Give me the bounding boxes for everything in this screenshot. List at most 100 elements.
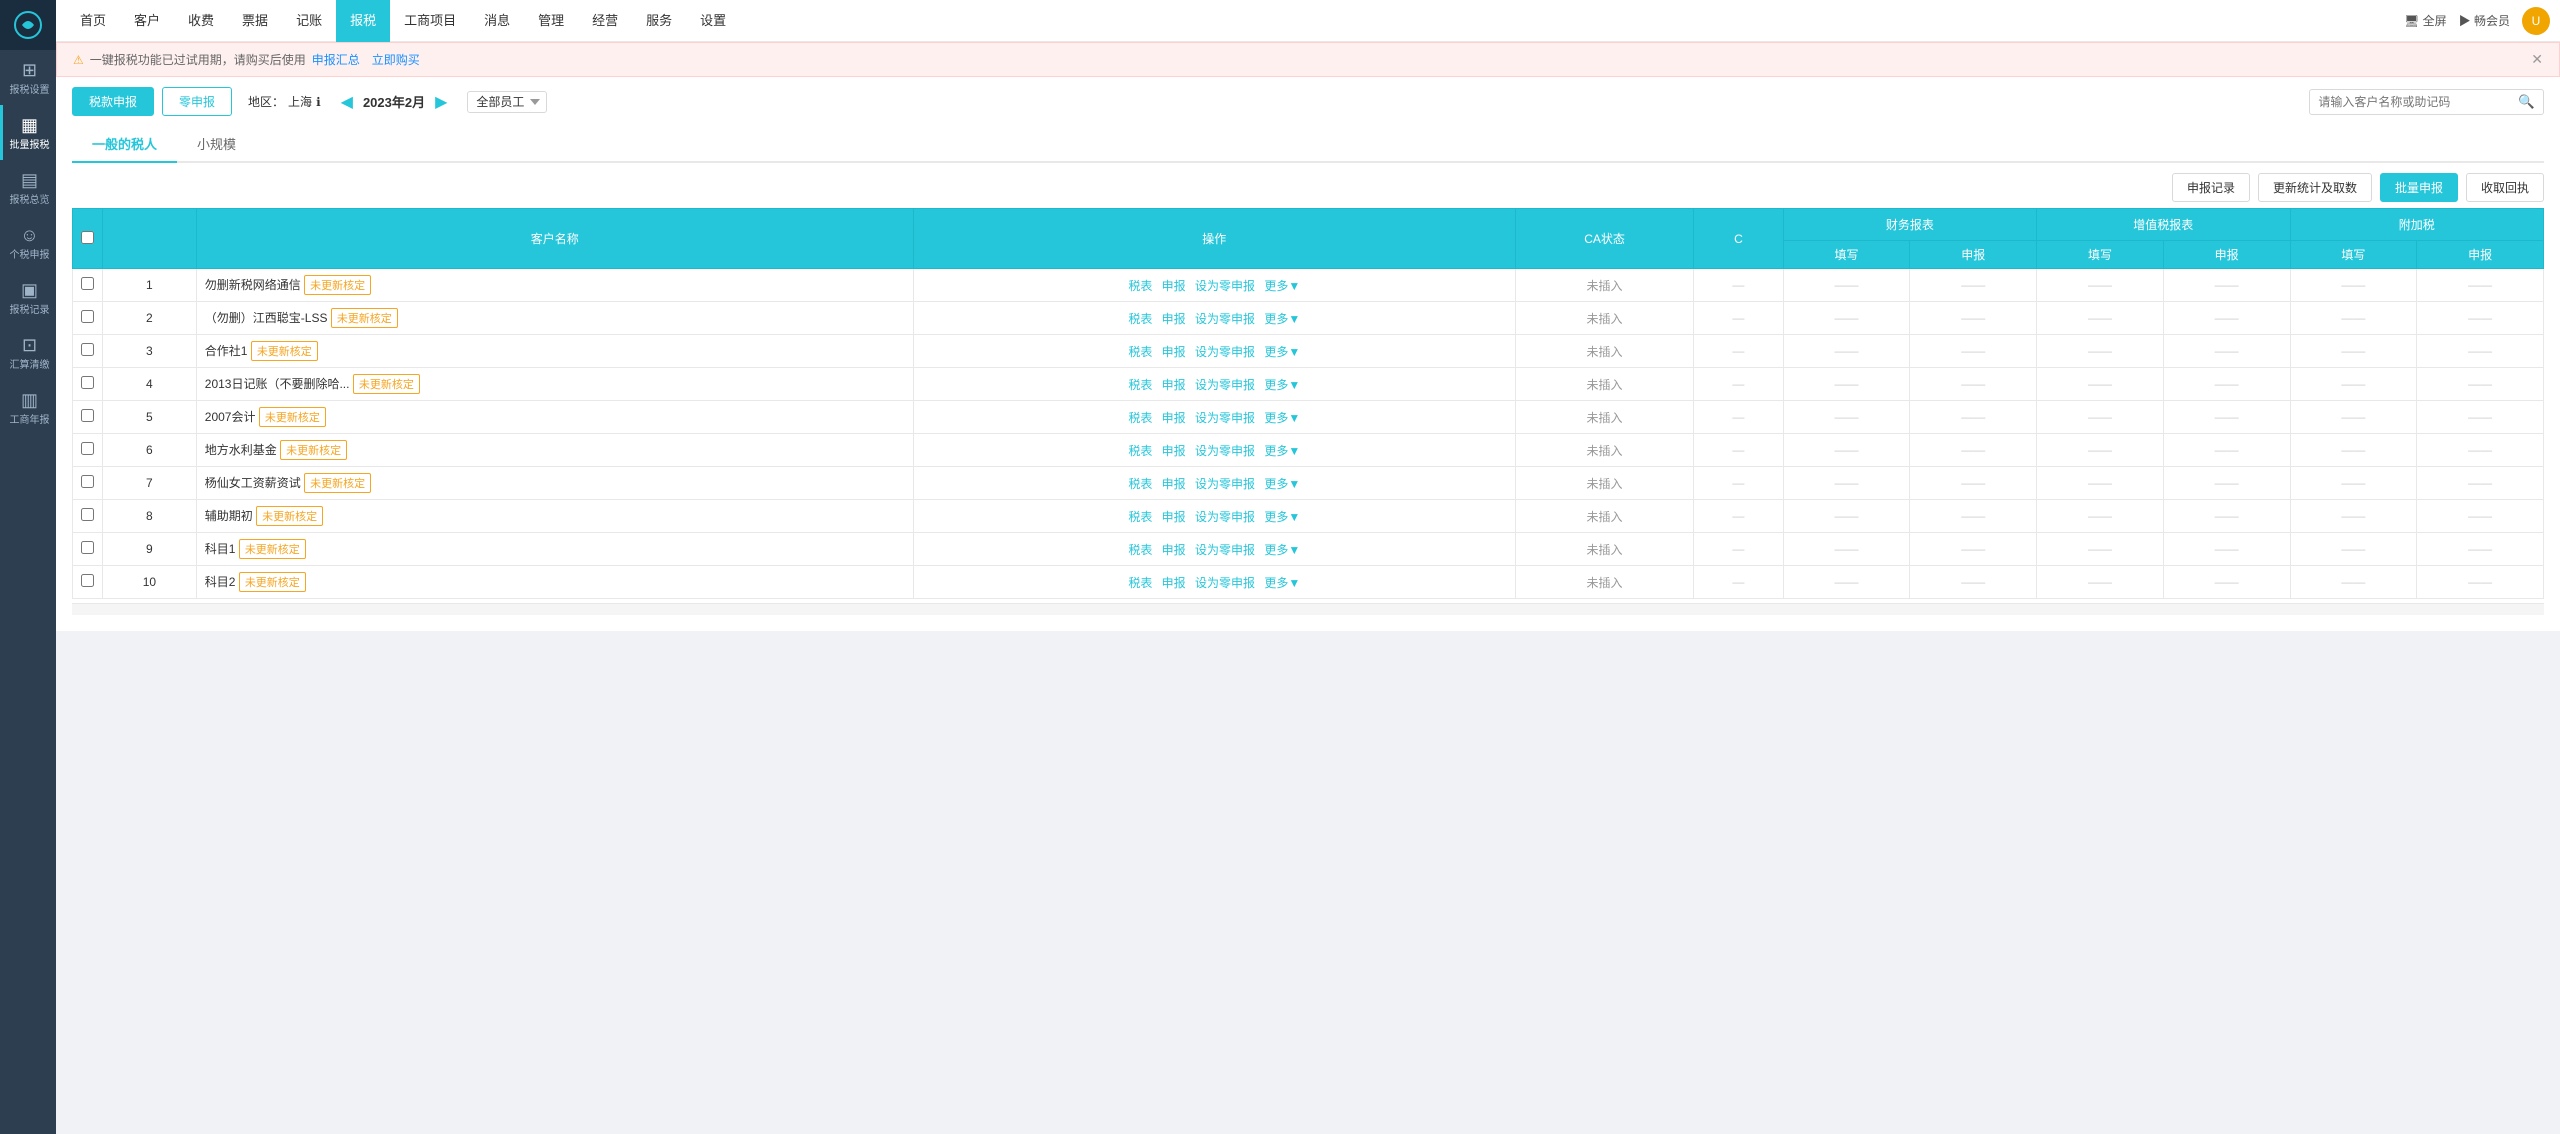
sidebar-item-tax-overview[interactable]: ▤ 报税总览: [0, 160, 56, 215]
nav-billing[interactable]: 收费: [174, 0, 228, 42]
sidebar-item-personal-tax[interactable]: ☺ 个税申报: [0, 215, 56, 270]
row-f2: ——: [1910, 368, 2037, 401]
collect-receipt-btn[interactable]: 收取回执: [2466, 173, 2544, 202]
staff-dropdown[interactable]: 全部员工: [467, 91, 547, 113]
nav-accounting[interactable]: 记账: [282, 0, 336, 42]
op-zero-declare[interactable]: 设为零申报: [1195, 378, 1255, 392]
tab-zero-declare[interactable]: 零申报: [162, 87, 232, 116]
op-tax-form[interactable]: 税表: [1128, 378, 1152, 392]
search-input[interactable]: [2310, 91, 2510, 113]
op-more[interactable]: 更多▼: [1264, 444, 1300, 458]
notice-link2[interactable]: 立即购买: [372, 51, 420, 68]
op-tax-form[interactable]: 税表: [1128, 345, 1152, 359]
op-zero-declare[interactable]: 设为零申报: [1195, 411, 1255, 425]
op-zero-declare[interactable]: 设为零申报: [1195, 279, 1255, 293]
row-f1: ——: [1783, 467, 1910, 500]
op-zero-declare[interactable]: 设为零申报: [1195, 444, 1255, 458]
nav-service[interactable]: 服务: [632, 0, 686, 42]
nav-home[interactable]: 首页: [66, 0, 120, 42]
nav-manage[interactable]: 管理: [524, 0, 578, 42]
batch-declare-btn[interactable]: 批量申报: [2380, 173, 2458, 202]
sidebar-item-tax-settings[interactable]: ⊞ 报税设置: [0, 50, 56, 105]
row-checkbox[interactable]: [73, 335, 103, 368]
op-declare[interactable]: 申报: [1162, 411, 1186, 425]
row-checkbox[interactable]: [73, 302, 103, 335]
th-ca-status: CA状态: [1515, 209, 1693, 269]
action-row: 申报记录 更新统计及取数 批量申报 收取回执: [72, 163, 2544, 208]
row-f3: ——: [2037, 500, 2164, 533]
nav-invoice[interactable]: 票据: [228, 0, 282, 42]
declare-record-btn[interactable]: 申报记录: [2172, 173, 2250, 202]
op-declare[interactable]: 申报: [1162, 345, 1186, 359]
region-value[interactable]: 上海: [288, 93, 312, 110]
op-zero-declare[interactable]: 设为零申报: [1195, 576, 1255, 590]
tab-tax-declare[interactable]: 税款申报: [72, 87, 154, 116]
update-stats-btn[interactable]: 更新统计及取数: [2258, 173, 2372, 202]
op-tax-form[interactable]: 税表: [1128, 312, 1152, 326]
op-more[interactable]: 更多▼: [1264, 279, 1300, 293]
op-more[interactable]: 更多▼: [1264, 345, 1300, 359]
tab-small-scale[interactable]: 小规模: [177, 126, 256, 163]
op-tax-form[interactable]: 税表: [1128, 444, 1152, 458]
sidebar-item-annual-report[interactable]: ▥ 工商年报: [0, 380, 56, 435]
op-more[interactable]: 更多▼: [1264, 510, 1300, 524]
nav-tax[interactable]: 报税: [336, 0, 390, 42]
row-name: 2007会计 未更新核定: [196, 401, 913, 434]
op-more[interactable]: 更多▼: [1264, 543, 1300, 557]
top-nav: 首页 客户 收费 票据 记账 报税 工商项目 消息 管理 经营 服务 设置 🖥 …: [56, 0, 2560, 42]
op-more[interactable]: 更多▼: [1264, 576, 1300, 590]
row-checkbox[interactable]: [73, 500, 103, 533]
op-declare[interactable]: 申报: [1162, 543, 1186, 557]
op-more[interactable]: 更多▼: [1264, 477, 1300, 491]
row-f6: ——: [2417, 500, 2544, 533]
date-next-btn[interactable]: ▶: [431, 92, 451, 112]
row-checkbox[interactable]: [73, 566, 103, 599]
row-checkbox[interactable]: [73, 434, 103, 467]
op-more[interactable]: 更多▼: [1264, 312, 1300, 326]
op-more[interactable]: 更多▼: [1264, 378, 1300, 392]
nav-settings[interactable]: 设置: [686, 0, 740, 42]
op-tax-form[interactable]: 税表: [1128, 411, 1152, 425]
sidebar-item-batch-tax[interactable]: ▦ 批量报税: [0, 105, 56, 160]
op-zero-declare[interactable]: 设为零申报: [1195, 477, 1255, 491]
member-btn[interactable]: ▶ 畅会员: [2459, 12, 2510, 29]
date-prev-btn[interactable]: ◀: [337, 92, 357, 112]
status-tag: 未更新核定: [251, 341, 318, 361]
op-tax-form[interactable]: 税表: [1128, 510, 1152, 524]
op-zero-declare[interactable]: 设为零申报: [1195, 543, 1255, 557]
op-zero-declare[interactable]: 设为零申报: [1195, 510, 1255, 524]
op-declare[interactable]: 申报: [1162, 312, 1186, 326]
op-tax-form[interactable]: 税表: [1128, 477, 1152, 491]
sidebar-item-settlement[interactable]: ⊡ 汇算清缴: [0, 325, 56, 380]
op-declare[interactable]: 申报: [1162, 576, 1186, 590]
nav-message[interactable]: 消息: [470, 0, 524, 42]
op-declare[interactable]: 申报: [1162, 510, 1186, 524]
nav-business2[interactable]: 经营: [578, 0, 632, 42]
nav-customer[interactable]: 客户: [120, 0, 174, 42]
select-all-checkbox[interactable]: [81, 231, 94, 244]
op-declare[interactable]: 申报: [1162, 477, 1186, 491]
tab-general-taxpayer[interactable]: 一般的税人: [72, 126, 177, 163]
sidebar-item-tax-record[interactable]: ▣ 报税记录: [0, 270, 56, 325]
notice-link1[interactable]: 申报汇总: [312, 51, 360, 68]
op-declare[interactable]: 申报: [1162, 279, 1186, 293]
avatar[interactable]: U: [2522, 7, 2550, 35]
nav-business[interactable]: 工商项目: [390, 0, 470, 42]
op-declare[interactable]: 申报: [1162, 444, 1186, 458]
op-tax-form[interactable]: 税表: [1128, 576, 1152, 590]
fullscreen-btn[interactable]: 🖥 全屏: [2404, 12, 2447, 29]
row-checkbox[interactable]: [73, 467, 103, 500]
row-checkbox[interactable]: [73, 368, 103, 401]
op-zero-declare[interactable]: 设为零申报: [1195, 312, 1255, 326]
row-checkbox[interactable]: [73, 533, 103, 566]
search-button[interactable]: 🔍: [2510, 90, 2543, 114]
op-declare[interactable]: 申报: [1162, 378, 1186, 392]
row-checkbox[interactable]: [73, 401, 103, 434]
row-f3: ——: [2037, 533, 2164, 566]
notice-close-btn[interactable]: ✕: [2531, 51, 2543, 68]
op-tax-form[interactable]: 税表: [1128, 543, 1152, 557]
row-checkbox[interactable]: [73, 269, 103, 302]
op-tax-form[interactable]: 税表: [1128, 279, 1152, 293]
op-zero-declare[interactable]: 设为零申报: [1195, 345, 1255, 359]
op-more[interactable]: 更多▼: [1264, 411, 1300, 425]
